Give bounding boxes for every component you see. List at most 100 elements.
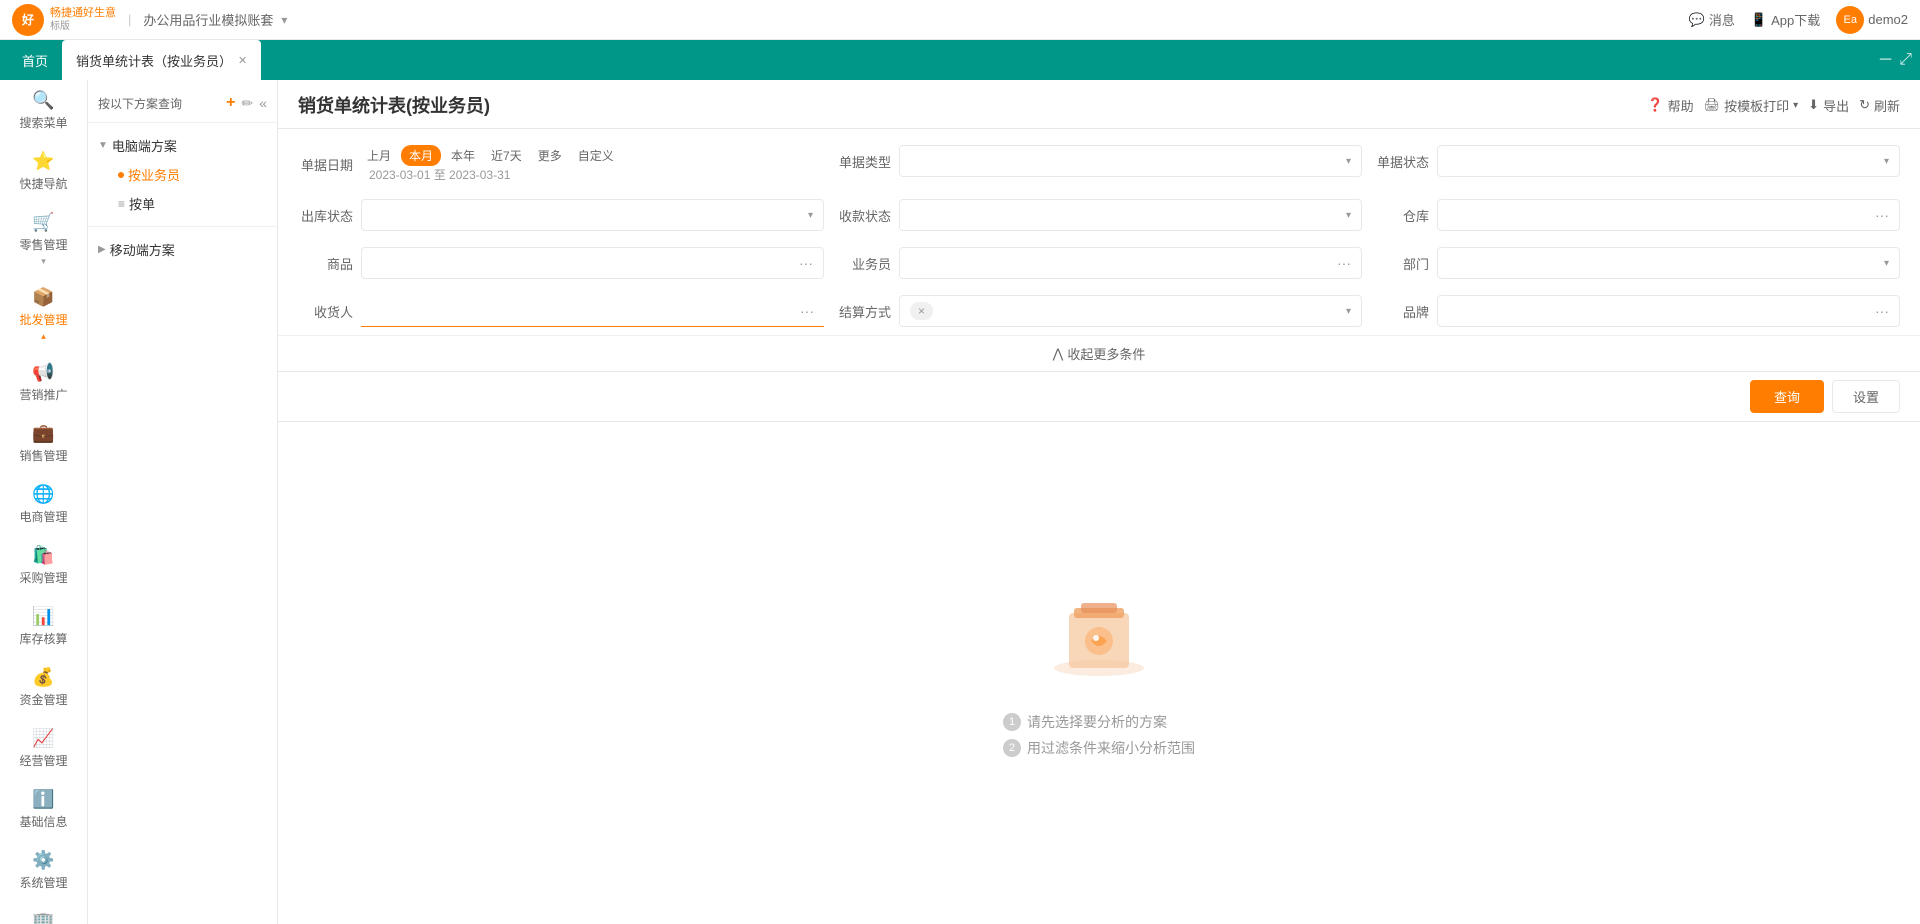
- doc-status-control: ▾: [1437, 145, 1900, 177]
- tree-mobile-scheme[interactable]: ▶ 移动端方案: [88, 235, 277, 264]
- tree-section-mobile: ▶ 移动端方案: [88, 231, 277, 268]
- filter-receiver: 收货人 ···: [298, 295, 824, 327]
- wholesale-icon: 📦: [32, 287, 54, 308]
- sidebar: 🔍 搜索菜单 ⭐ 快捷导航 🛒 零售管理 ▾ 📦 批发管理 ▴ 📢 营销推广 💼…: [0, 80, 88, 924]
- toolbar: 查询 设置: [278, 372, 1920, 422]
- help-btn[interactable]: ❓ 帮助: [1647, 96, 1693, 115]
- settle-method-label: 结算方式: [836, 302, 891, 321]
- sidebar-item-system[interactable]: ⚙️ 系统管理: [0, 840, 87, 901]
- date-label: 单据日期: [298, 155, 353, 174]
- operations-icon: 📈: [32, 728, 54, 749]
- sidebar-item-wholesale[interactable]: 📦 批发管理 ▴: [0, 277, 87, 352]
- goods-label: 商品: [298, 254, 353, 273]
- sidebar-item-retail[interactable]: 🛒 零售管理 ▾: [0, 202, 87, 277]
- tree-item-by-order[interactable]: ≡ 按单: [108, 189, 277, 218]
- tree-item-by-salesperson[interactable]: 按业务员: [108, 160, 277, 189]
- settle-method-select[interactable]: × ▾: [899, 295, 1362, 327]
- sidebar-item-finance[interactable]: 💰 资金管理: [0, 657, 87, 718]
- user-menu[interactable]: Ea demo2: [1836, 6, 1908, 34]
- dropdown-arrow-icon[interactable]: ▾: [281, 13, 287, 27]
- tab-home[interactable]: 首页: [8, 40, 62, 80]
- sidebar-item-operations[interactable]: 📈 经营管理: [0, 718, 87, 779]
- doc-type-select[interactable]: ▾: [899, 145, 1362, 177]
- refresh-btn[interactable]: ↻ 刷新: [1859, 96, 1900, 115]
- refresh-icon: ↻: [1859, 97, 1870, 113]
- doc-status-select[interactable]: ▾: [1437, 145, 1900, 177]
- date-btn-7days[interactable]: 近7天: [485, 145, 528, 166]
- brand-dots-icon: ···: [1875, 303, 1889, 319]
- topbar: 好 畅捷通好生意 标版 | 办公用品行业模拟账套 ▾ 💬 消息 📱 App下载 …: [0, 0, 1920, 40]
- add-scheme-btn[interactable]: +: [226, 94, 235, 112]
- goods-control: ···: [361, 247, 824, 279]
- sidebar-item-ecom[interactable]: 🌐 电商管理: [0, 474, 87, 535]
- tree-desktop-scheme[interactable]: ▼ 电脑端方案: [88, 131, 277, 160]
- payment-status-label: 收款状态: [836, 206, 891, 225]
- warehouse-label: 仓库: [1374, 206, 1429, 225]
- date-btn-last-month[interactable]: 上月: [361, 145, 397, 166]
- ecom-icon: 🌐: [32, 484, 54, 505]
- sidebar-item-search[interactable]: 🔍 搜索菜单: [0, 80, 87, 141]
- filter-dept: 部门 ▾: [1374, 247, 1900, 279]
- out-status-arrow-icon: ▾: [808, 210, 813, 221]
- sidebar-item-inventory[interactable]: 📊 库存核算: [0, 596, 87, 657]
- date-btn-more[interactable]: 更多: [532, 145, 568, 166]
- page-actions: ❓ 帮助 🖨 按模板打印 ▾ ⬇ 导出 ↻: [1647, 96, 1900, 115]
- filter-date: 单据日期 上月 本月 本年 近7天 更多 自定义 2023-03-01 至 20…: [298, 145, 824, 183]
- settle-method-control: × ▾: [899, 295, 1362, 327]
- date-btn-this-year[interactable]: 本年: [445, 145, 481, 166]
- empty-hints: 1 请先选择要分析的方案 2 用过滤条件来缩小分析范围: [1003, 706, 1195, 764]
- active-indicator: [118, 172, 124, 178]
- filter-out-status: 出库状态 ▾: [298, 199, 824, 231]
- maximize-icon[interactable]: ⤢: [1899, 51, 1912, 69]
- dept-arrow-icon: ▾: [1884, 258, 1889, 269]
- content-area: 按以下方案查询 + ✏ « ▼ 电脑端方案 按业务员: [88, 80, 1920, 924]
- brand-input[interactable]: ···: [1437, 295, 1900, 327]
- sidebar-item-basic[interactable]: ℹ️ 基础信息: [0, 779, 87, 840]
- sidebar-item-shortcut[interactable]: ⭐ 快捷导航: [0, 141, 87, 202]
- date-btn-this-month[interactable]: 本月: [401, 145, 441, 166]
- page-title-row: 销货单统计表(按业务员) ❓ 帮助 🖨 按模板打印 ▾ ⬇: [298, 92, 1900, 118]
- receiver-input[interactable]: ···: [361, 295, 824, 327]
- sidebar-item-purchase[interactable]: 🛍️ 采购管理: [0, 535, 87, 596]
- salesperson-input[interactable]: ···: [899, 247, 1362, 279]
- goods-dots-icon: ···: [799, 255, 813, 271]
- tree-mobile-arrow-icon: ▶: [98, 244, 106, 255]
- export-icon: ⬇: [1808, 97, 1819, 113]
- warehouse-dots-icon: ···: [1875, 207, 1889, 223]
- minimize-icon[interactable]: ─: [1880, 51, 1891, 69]
- collapse-panel-icon[interactable]: «: [259, 95, 267, 111]
- payment-status-arrow-icon: ▾: [1346, 210, 1351, 221]
- payment-status-select[interactable]: ▾: [899, 199, 1362, 231]
- doc-type-label: 单据类型: [836, 152, 891, 171]
- export-btn[interactable]: ⬇ 导出: [1808, 96, 1849, 115]
- app-title: 办公用品行业模拟账套: [143, 10, 273, 29]
- query-button[interactable]: 查询: [1750, 380, 1824, 413]
- panel-icons: + ✏ «: [226, 94, 267, 112]
- filter-row-1: 单据日期 上月 本月 本年 近7天 更多 自定义 2023-03-01 至 20…: [278, 129, 1920, 195]
- sidebar-item-sales[interactable]: 💼 销售管理: [0, 413, 87, 474]
- message-btn[interactable]: 💬 消息: [1689, 10, 1735, 29]
- salesperson-label: 业务员: [836, 254, 891, 273]
- date-btn-custom[interactable]: 自定义: [572, 145, 620, 166]
- dept-select[interactable]: ▾: [1437, 247, 1900, 279]
- edit-scheme-icon[interactable]: ✏: [241, 95, 253, 112]
- dept-control: ▾: [1437, 247, 1900, 279]
- filter-settle-method: 结算方式 × ▾: [836, 295, 1362, 327]
- collapse-btn[interactable]: ⋀ 收起更多条件: [1053, 344, 1146, 363]
- tag-close-btn[interactable]: ×: [918, 304, 925, 318]
- warehouse-input[interactable]: ···: [1437, 199, 1900, 231]
- out-status-select[interactable]: ▾: [361, 199, 824, 231]
- sidebar-item-marketing[interactable]: 📢 营销推广: [0, 352, 87, 413]
- tree-section-desktop: ▼ 电脑端方案 按业务员 ≡ 按单: [88, 127, 277, 222]
- setting-button[interactable]: 设置: [1832, 380, 1900, 413]
- filter-doc-type: 单据类型 ▾: [836, 145, 1362, 177]
- payment-status-control: ▾: [899, 199, 1362, 231]
- tab-close-icon[interactable]: ✕: [238, 54, 247, 67]
- finance-icon: 💰: [32, 667, 54, 688]
- app-download-btn[interactable]: 📱 App下载: [1751, 10, 1820, 29]
- template-print-btn[interactable]: 🖨 按模板打印 ▾: [1704, 96, 1799, 115]
- doc-type-control: ▾: [899, 145, 1362, 177]
- tab-sales-stat[interactable]: 销货单统计表（按业务员） ✕: [62, 40, 261, 80]
- goods-input[interactable]: ···: [361, 247, 824, 279]
- sidebar-item-enterprise[interactable]: 🏢 企业协同: [0, 901, 87, 924]
